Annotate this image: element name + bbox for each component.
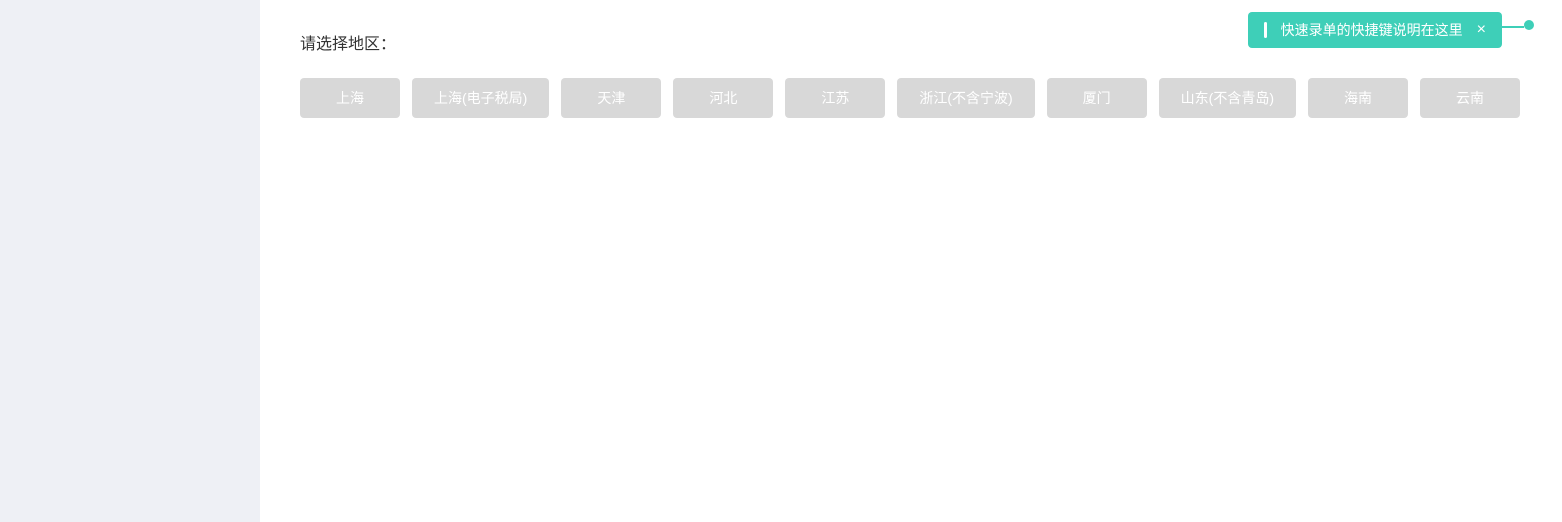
region-button-shanghai-etax[interactable]: 上海(电子税局) — [412, 78, 549, 118]
region-button-yunnan[interactable]: 云南 — [1420, 78, 1520, 118]
notification-bar: 快速录单的快捷键说明在这里 × — [1248, 12, 1502, 48]
region-button-xiamen[interactable]: 厦门 — [1047, 78, 1147, 118]
notification-dot — [1524, 20, 1534, 30]
left-sidebar — [0, 0, 260, 522]
notification-close-button[interactable]: × — [1477, 22, 1486, 38]
region-button-hebei[interactable]: 河北 — [673, 78, 773, 118]
region-button-shandong[interactable]: 山东(不含青岛) — [1159, 78, 1296, 118]
region-button-shanghai[interactable]: 上海 — [300, 78, 400, 118]
region-button-tianjin[interactable]: 天津 — [561, 78, 661, 118]
notification-text: 快速录单的快捷键说明在这里 — [1281, 20, 1463, 40]
notification-connector-line — [1502, 26, 1524, 28]
region-button-jiangsu[interactable]: 江苏 — [785, 78, 885, 118]
region-button-hainan[interactable]: 海南 — [1308, 78, 1408, 118]
region-buttons-container: 上海上海(电子税局) 天津河北江苏浙江(不含宁波) 厦门山东(不含青岛) 海南云南 — [300, 78, 1522, 118]
main-content: 请选择地区： 上海上海(电子税局)天津河北江苏浙江(不含宁波)厦门山东(不含青岛… — [260, 0, 1562, 522]
bar-accent-decoration — [1264, 22, 1267, 38]
region-button-zhejiang[interactable]: 浙江(不含宁波) — [897, 78, 1034, 118]
